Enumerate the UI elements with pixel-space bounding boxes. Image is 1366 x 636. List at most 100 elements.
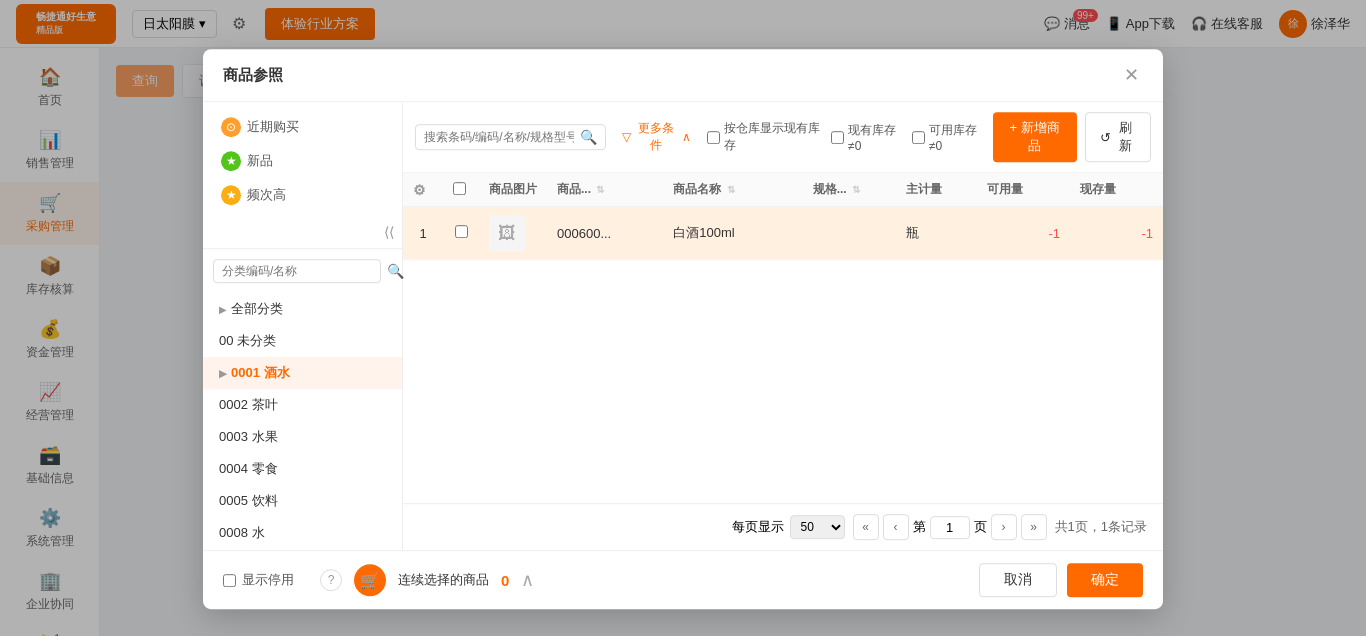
table-header: ⚙ 商品图片 商品... ⇅ [403, 173, 1163, 207]
th-name[interactable]: 商品名称 ⇅ [663, 173, 802, 207]
tree-arrow: ▶ [219, 368, 227, 379]
filter-label: 更多条件 [635, 120, 678, 154]
page-navigation: « ‹ 第 页 › » [853, 514, 1047, 540]
tree-item-0004[interactable]: 0004 零食 [203, 453, 402, 485]
tree-item-0001[interactable]: ▶ 0001 酒水 [203, 357, 402, 389]
tree-item-0005[interactable]: 0005 饮料 [203, 485, 402, 517]
footer-right: 取消 确定 [979, 563, 1143, 597]
row-unit: 瓶 [896, 207, 977, 260]
confirm-button[interactable]: 确定 [1067, 563, 1143, 597]
filter-button[interactable]: ▽ 更多条件 ∧ [614, 116, 699, 158]
show-disabled-input[interactable] [223, 574, 236, 587]
quick-new[interactable]: ★ 新品 [211, 144, 394, 178]
category-search: 🔍 [203, 253, 402, 289]
category-search-input[interactable] [213, 259, 381, 283]
row-stock: -1 [1070, 207, 1163, 260]
filter-chevron-icon: ∧ [682, 130, 691, 144]
avail-nonzero-checkbox[interactable]: 可用库存≠0 [912, 122, 985, 153]
add-product-button[interactable]: + 新增商品 [993, 112, 1077, 162]
tree-item-label: 0002 茶叶 [219, 396, 278, 414]
th-name-label: 商品名称 [673, 182, 721, 196]
product-reference-dialog: 商品参照 ✕ ⊙ 近期购买 ★ 新品 ★ 频次高 ⟨⟨ [203, 49, 1163, 609]
category-tree: ▶ 全部分类 00 未分类 ▶ 0001 酒水 0002 茶叶 0003 水果 [203, 289, 402, 550]
column-settings-icon[interactable]: ⚙ [413, 182, 426, 198]
collapse-button[interactable]: ⟨⟨ [203, 220, 402, 244]
th-gear[interactable]: ⚙ [403, 173, 443, 207]
by-warehouse-checkbox[interactable]: 按仓库显示现有库存 [707, 120, 823, 154]
dialog-header: 商品参照 ✕ [203, 49, 1163, 102]
next-page-button[interactable]: › [991, 514, 1017, 540]
th-stock: 现存量 [1070, 173, 1163, 207]
left-panel: ⊙ 近期购买 ★ 新品 ★ 频次高 ⟨⟨ 🔍 [203, 102, 403, 550]
th-code[interactable]: 商品... ⇅ [547, 173, 663, 207]
quick-access: ⊙ 近期购买 ★ 新品 ★ 频次高 [203, 102, 402, 220]
category-search-icon[interactable]: 🔍 [387, 263, 404, 279]
quick-frequent-label: 频次高 [247, 186, 286, 204]
refresh-icon: ↺ [1100, 130, 1111, 145]
cancel-button[interactable]: 取消 [979, 563, 1057, 597]
row-name: 白酒100ml [663, 207, 802, 260]
last-page-button[interactable]: » [1021, 514, 1047, 540]
th-check[interactable] [443, 173, 479, 207]
table-body: 1 🖼 000600... 白酒100ml [403, 207, 1163, 260]
page-number-input[interactable] [930, 516, 970, 539]
th-img: 商品图片 [479, 173, 547, 207]
th-unit[interactable]: 主计量 [896, 173, 977, 207]
frequent-icon: ★ [221, 185, 241, 205]
refresh-button[interactable]: ↺ 刷新 [1085, 112, 1151, 162]
th-spec[interactable]: 规格... ⇅ [803, 173, 896, 207]
dialog-close-button[interactable]: ✕ [1119, 63, 1143, 87]
row-check[interactable] [443, 207, 479, 260]
sort-icon: ⇅ [727, 184, 735, 195]
tree-item-all[interactable]: ▶ 全部分类 [203, 293, 402, 325]
th-avail[interactable]: 可用量 [977, 173, 1070, 207]
prev-page-button[interactable]: ‹ [883, 514, 909, 540]
per-page-select[interactable]: 10 20 50 100 [790, 515, 845, 539]
product-search-input[interactable] [424, 130, 574, 144]
per-page-selector: 每页显示 10 20 50 100 [732, 515, 845, 539]
stock-nonzero-checkbox[interactable]: 现有库存≠0 [831, 122, 904, 153]
tree-item-label: 0003 水果 [219, 428, 278, 446]
help-icon[interactable]: ? [320, 569, 342, 591]
cart-collapse-icon[interactable]: ∧ [521, 569, 534, 591]
tree-item-0002[interactable]: 0002 茶叶 [203, 389, 402, 421]
cart-icon[interactable]: 🛒 [354, 564, 386, 596]
tree-arrow: ▶ [219, 304, 227, 315]
tree-item-label: 00 未分类 [219, 332, 276, 350]
tree-item-00[interactable]: 00 未分类 [203, 325, 402, 357]
tree-item-0003[interactable]: 0003 水果 [203, 421, 402, 453]
by-warehouse-input[interactable] [707, 131, 720, 144]
first-page-button[interactable]: « [853, 514, 879, 540]
sort-icon: ⇅ [852, 184, 860, 195]
pagination: 每页显示 10 20 50 100 « ‹ 第 页 › » [403, 503, 1163, 550]
tree-item-0008[interactable]: 0008 水 [203, 517, 402, 549]
refresh-label: 刷新 [1115, 119, 1136, 155]
row-avail: -1 [977, 207, 1070, 260]
right-toolbar: 🔍 ▽ 更多条件 ∧ 按仓库显示现有库存 现有库存≠0 可用库存≠0 [403, 102, 1163, 173]
tree-item-label: 0001 酒水 [231, 364, 290, 382]
quick-frequent[interactable]: ★ 频次高 [211, 178, 394, 212]
show-disabled-checkbox[interactable]: 显示停用 [223, 571, 294, 589]
per-page-label: 每页显示 [732, 518, 784, 536]
cart-section: ? 🛒 连续选择的商品 0 ∧ [320, 564, 534, 596]
product-search-icon[interactable]: 🔍 [580, 129, 597, 145]
stock-nonzero-input[interactable] [831, 131, 844, 144]
product-search-box[interactable]: 🔍 [415, 124, 606, 150]
table-row[interactable]: 1 🖼 000600... 白酒100ml [403, 207, 1163, 260]
select-all-checkbox[interactable] [453, 182, 466, 195]
cart-text: 连续选择的商品 [398, 571, 489, 589]
row-checkbox[interactable] [455, 225, 468, 238]
product-table-wrap: ⚙ 商品图片 商品... ⇅ [403, 173, 1163, 503]
product-table: ⚙ 商品图片 商品... ⇅ [403, 173, 1163, 260]
row-img: 🖼 [479, 207, 547, 260]
tree-item-label: 0008 水 [219, 524, 265, 542]
quick-recent[interactable]: ⊙ 近期购买 [211, 110, 394, 144]
dialog-body: ⊙ 近期购买 ★ 新品 ★ 频次高 ⟨⟨ 🔍 [203, 102, 1163, 550]
show-disabled-label: 显示停用 [242, 571, 294, 589]
dialog-footer: 显示停用 ? 🛒 连续选择的商品 0 ∧ 取消 确定 [203, 550, 1163, 609]
quick-new-label: 新品 [247, 152, 273, 170]
avail-nonzero-input[interactable] [912, 131, 925, 144]
dialog-title: 商品参照 [223, 66, 283, 85]
by-warehouse-label: 按仓库显示现有库存 [724, 120, 823, 154]
avail-nonzero-label: 可用库存≠0 [929, 122, 985, 153]
